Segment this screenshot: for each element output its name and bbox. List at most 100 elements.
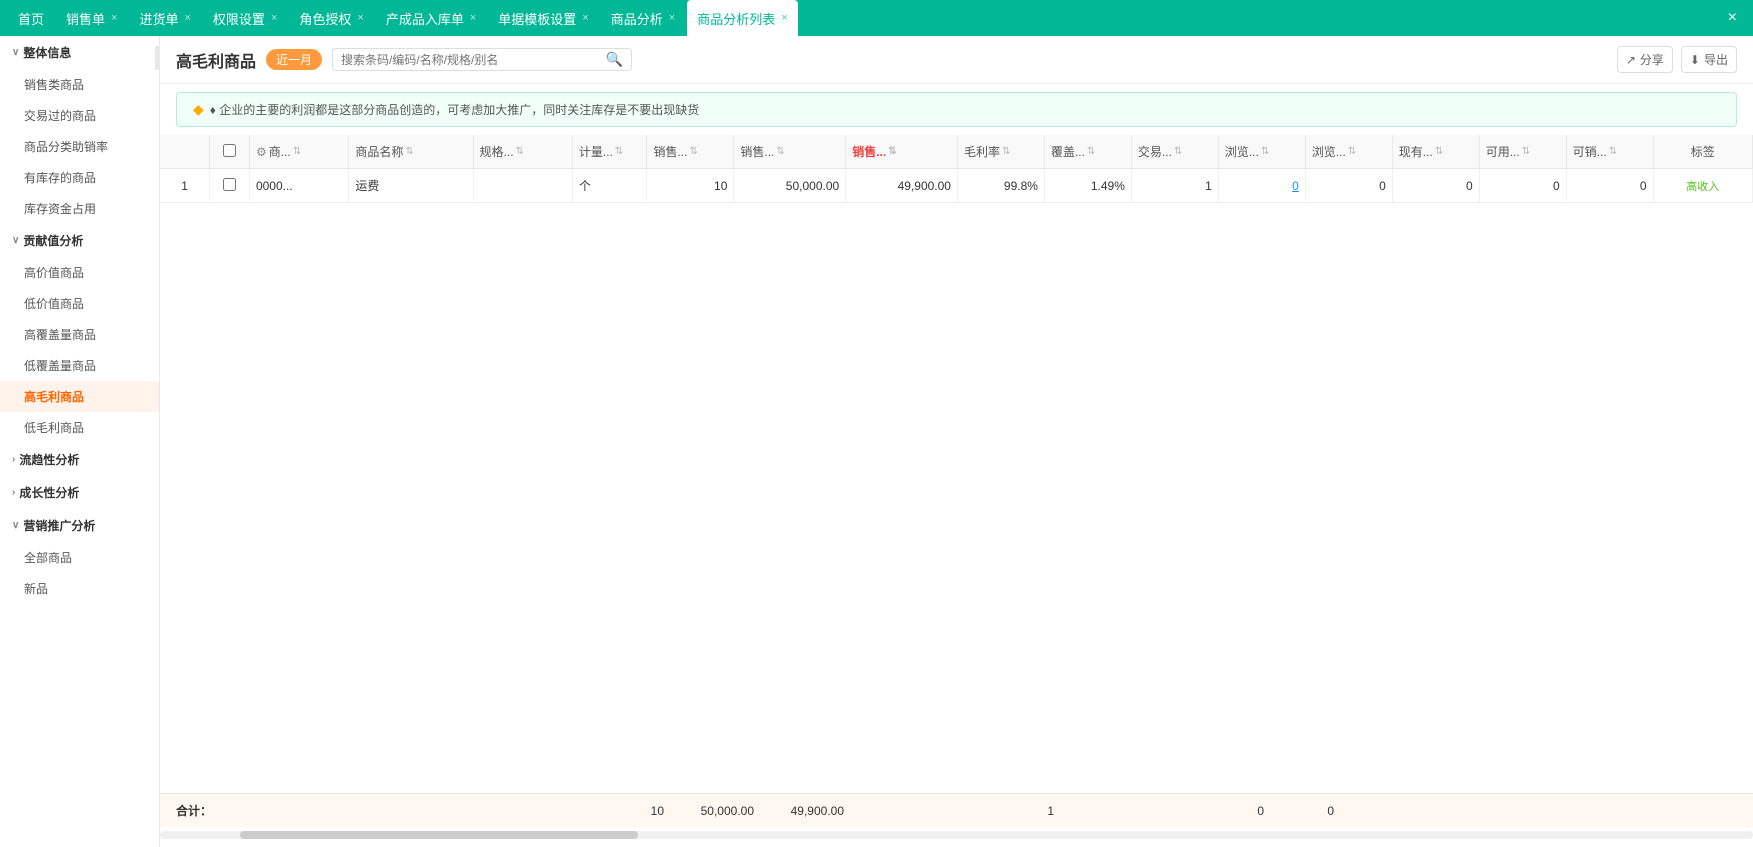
sidebar-section-trend-arrow: ›: [12, 454, 15, 465]
nav-analysis-list[interactable]: 商品分析列表 ×: [687, 0, 797, 36]
sidebar-section-trend[interactable]: › 流趋性分析: [0, 443, 159, 476]
th-trade-sort[interactable]: ⇅: [1174, 146, 1182, 157]
th-sales-qty: 销售... ⇅: [647, 135, 734, 169]
header-actions: ↗ 分享 ⬇ 导出: [1617, 46, 1737, 73]
nav-purchase[interactable]: 进货单 ×: [129, 0, 200, 36]
sidebar-item-stock-capital[interactable]: 库存资金占用: [0, 193, 159, 224]
cell-browse1[interactable]: 0: [1218, 169, 1305, 203]
horizontal-scrollbar[interactable]: [160, 831, 1753, 839]
table-body: 1 0000... 运费 个 10 50,000.00 49,900.00 99…: [160, 169, 1753, 203]
th-sales-profit-sort[interactable]: ⇅: [888, 146, 896, 157]
sidebar-section-contribution-arrow: ∨: [12, 235, 19, 246]
sidebar-item-new-goods[interactable]: 新品: [0, 573, 159, 604]
sidebar-item-in-stock-goods[interactable]: 有库存的商品: [0, 162, 159, 193]
share-button[interactable]: ↗ 分享: [1617, 46, 1673, 73]
nav-permission[interactable]: 权限设置 ×: [203, 0, 287, 36]
table-row: 1 0000... 运费 个 10 50,000.00 49,900.00 99…: [160, 169, 1753, 203]
footer-sales-profit: 49,900.00: [760, 804, 850, 818]
select-all-checkbox[interactable]: [223, 144, 236, 157]
window-close-button[interactable]: ×: [1720, 9, 1745, 27]
sidebar-item-traded-goods[interactable]: 交易过的商品: [0, 100, 159, 131]
nav-analysis-list-close[interactable]: ×: [781, 12, 787, 24]
th-cover-sort[interactable]: ⇅: [1087, 146, 1095, 157]
sidebar-section-overall[interactable]: ∨ 整体信息: [0, 36, 159, 69]
sidebar-item-all-goods[interactable]: 全部商品: [0, 542, 159, 573]
th-margin-sort[interactable]: ⇅: [1002, 146, 1010, 157]
th-stock2-label: 可用...: [1486, 143, 1520, 160]
th-sales-amt: 销售... ⇅: [734, 135, 846, 169]
th-sales-qty-sort[interactable]: ⇅: [689, 146, 697, 157]
sidebar-section-contribution-label: 贡献值分析: [23, 232, 83, 249]
cell-name: 运费: [349, 169, 473, 203]
table-wrapper[interactable]: ⚙ 商... ⇅ 商品名称 ⇅: [160, 135, 1753, 847]
sidebar-item-high-margin[interactable]: 高毛利商品: [0, 381, 159, 412]
th-stock1-sort[interactable]: ⇅: [1435, 146, 1443, 157]
th-stock1-label: 现有...: [1399, 143, 1433, 160]
th-code-label: 商...: [269, 143, 291, 160]
nav-purchase-close[interactable]: ×: [184, 12, 190, 24]
nav-sales[interactable]: 销售单 ×: [56, 0, 127, 36]
th-code-sort[interactable]: ⇅: [293, 146, 301, 157]
nav-home[interactable]: 首页: [8, 0, 54, 36]
sidebar-section-overall-arrow: ∨: [12, 47, 19, 58]
th-browse1-sort[interactable]: ⇅: [1261, 146, 1269, 157]
search-icon[interactable]: 🔍: [606, 51, 623, 68]
sidebar-item-category-rate[interactable]: 商品分类助销率: [0, 131, 159, 162]
th-stock2-sort[interactable]: ⇅: [1522, 146, 1530, 157]
th-stock3-sort[interactable]: ⇅: [1609, 146, 1617, 157]
sidebar-collapse-button[interactable]: «: [155, 46, 160, 70]
th-sales-profit: 销售... ⇅: [846, 135, 958, 169]
sidebar-item-high-coverage[interactable]: 高覆盖量商品: [0, 319, 159, 350]
sidebar-item-sales-goods[interactable]: 销售类商品: [0, 69, 159, 100]
th-unit-label: 计量...: [579, 143, 613, 160]
sidebar-section-marketing[interactable]: ∨ 营销推广分析: [0, 509, 159, 542]
th-sales-profit-label: 销售...: [852, 143, 886, 160]
sidebar-section-marketing-arrow: ∨: [12, 520, 19, 531]
th-sales-qty-label: 销售...: [653, 143, 687, 160]
th-browse2: 浏览... ⇅: [1305, 135, 1392, 169]
tag-high-income-badge: 高收入: [1686, 181, 1719, 193]
nav-analysis[interactable]: 商品分析 ×: [601, 0, 685, 36]
nav-template[interactable]: 单据模板设置 ×: [488, 0, 598, 36]
nav-analysis-close[interactable]: ×: [669, 12, 675, 24]
share-label: 分享: [1640, 51, 1664, 68]
settings-icon[interactable]: ⚙: [256, 145, 267, 159]
sidebar-section-growth[interactable]: › 成长性分析: [0, 476, 159, 509]
cell-check[interactable]: [210, 169, 250, 203]
th-settings: ⚙ 商... ⇅: [249, 135, 348, 169]
th-trade-label: 交易...: [1138, 143, 1172, 160]
filter-recent-month-button[interactable]: 近一月: [266, 49, 322, 70]
top-nav: 首页 销售单 × 进货单 × 权限设置 × 角色授权 × 产成品入库单 × 单据…: [0, 0, 1753, 36]
sidebar-item-low-coverage[interactable]: 低覆盖量商品: [0, 350, 159, 381]
th-name-sort[interactable]: ⇅: [405, 146, 413, 157]
nav-product-stock[interactable]: 产成品入库单 ×: [376, 0, 486, 36]
nav-template-close[interactable]: ×: [582, 12, 588, 24]
th-check[interactable]: [210, 135, 250, 169]
nav-product-stock-close[interactable]: ×: [470, 12, 476, 24]
nav-sales-close[interactable]: ×: [111, 12, 117, 24]
nav-role-close[interactable]: ×: [357, 12, 363, 24]
scrollbar-thumb[interactable]: [240, 831, 638, 839]
sidebar-section-overall-label: 整体信息: [23, 44, 71, 61]
sidebar-item-high-value[interactable]: 高价值商品: [0, 257, 159, 288]
cell-sales-amt: 50,000.00: [734, 169, 846, 203]
sidebar: « ∨ 整体信息 销售类商品 交易过的商品 商品分类助销率 有库存的商品 库存资…: [0, 36, 160, 847]
sidebar-item-low-value[interactable]: 低价值商品: [0, 288, 159, 319]
nav-sales-label: 销售单: [66, 9, 105, 28]
footer-stock2: 0: [1270, 804, 1340, 818]
cell-trade: 1: [1131, 169, 1218, 203]
nav-role[interactable]: 角色授权 ×: [289, 0, 373, 36]
th-unit: 计量... ⇅: [572, 135, 647, 169]
sidebar-section-contribution[interactable]: ∨ 贡献值分析: [0, 224, 159, 257]
th-browse2-sort[interactable]: ⇅: [1348, 146, 1356, 157]
row-checkbox[interactable]: [223, 178, 236, 191]
export-button[interactable]: ⬇ 导出: [1681, 46, 1737, 73]
th-unit-sort[interactable]: ⇅: [615, 146, 623, 157]
th-name-label: 商品名称: [355, 143, 403, 160]
nav-permission-close[interactable]: ×: [271, 12, 277, 24]
th-sales-amt-sort[interactable]: ⇅: [776, 146, 784, 157]
sidebar-item-low-margin[interactable]: 低毛利商品: [0, 412, 159, 443]
footer-stock1: 0: [1200, 804, 1270, 818]
th-spec-sort[interactable]: ⇅: [516, 146, 524, 157]
search-input[interactable]: [341, 53, 600, 67]
